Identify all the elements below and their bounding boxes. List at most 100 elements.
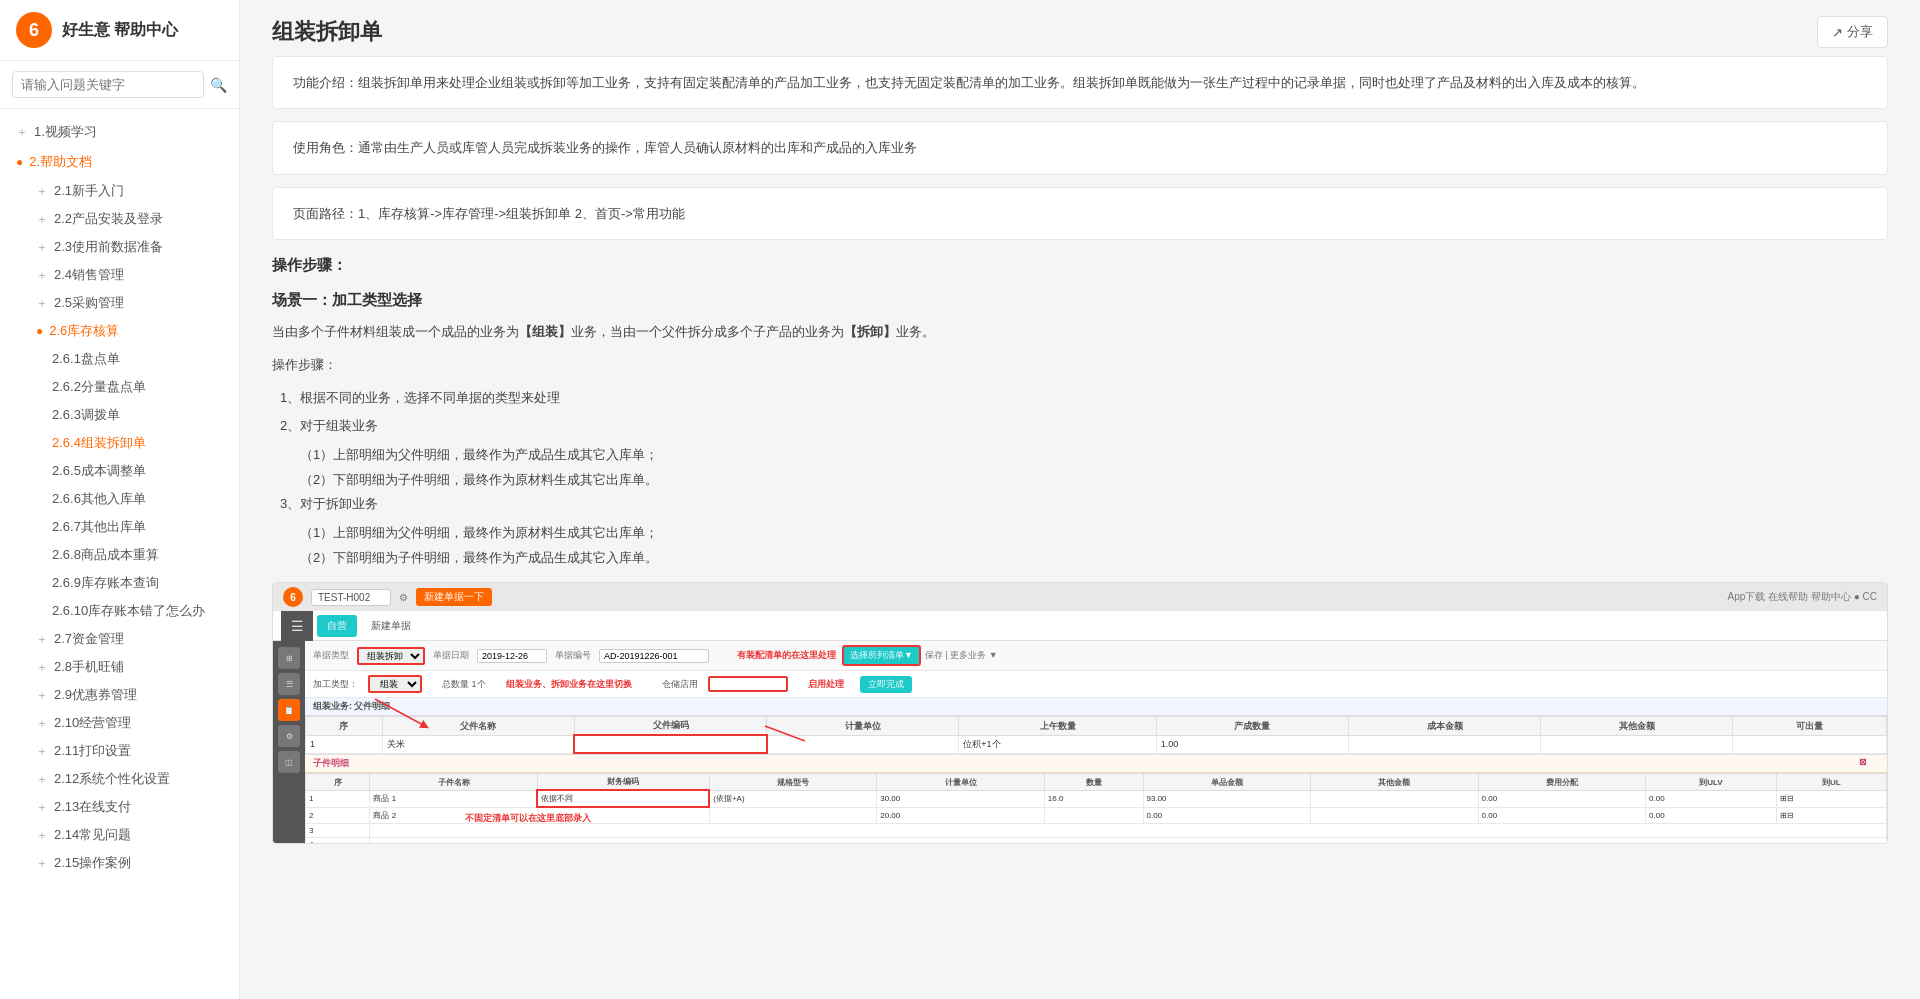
highlight-assemble: 【组装】 — [519, 324, 571, 339]
search-icon[interactable]: 🔍 — [210, 77, 227, 93]
sidebar-item-stock-fix[interactable]: 2.6.10库存账本错了怎么办 — [36, 597, 239, 625]
sidebar-item-personalize[interactable]: ＋ 2.12系统个性化设置 — [20, 765, 239, 793]
nav-group-2-label: 2.帮助文档 — [29, 153, 92, 171]
sidebar-item-video-learning[interactable]: ＋ 1.视频学习 — [0, 117, 239, 147]
sidebar-item-coupon[interactable]: ＋ 2.9优惠券管理 — [20, 681, 239, 709]
ss-select-bom-btn: 选择所列清单▼ — [842, 645, 921, 666]
ss-table-icon: ⊠ — [1859, 757, 1867, 767]
sidebar-item-operations[interactable]: ＋ 2.10经营管理 — [20, 709, 239, 737]
ss-topbar-icon1: ⚙ — [399, 592, 408, 603]
ss-th-bot-9: 费用分配 — [1478, 774, 1646, 791]
main-content: 功能介绍：组装拆卸单用来处理企业组装或拆卸等加工业务，支持有固定装配清单的产品加… — [240, 56, 1920, 999]
search-input[interactable] — [12, 71, 204, 98]
sidebar-item-new-user-label: 2.1新手入门 — [54, 182, 124, 200]
plus-icon: ＋ — [36, 211, 48, 228]
sidebar-item-install[interactable]: ＋ 2.2产品安装及登录 — [20, 205, 239, 233]
share-button[interactable]: ↗ 分享 — [1817, 16, 1888, 48]
sidebar-item-sales-label: 2.4销售管理 — [54, 266, 124, 284]
sidebar-item-transfer[interactable]: 2.6.3调拨单 — [36, 401, 239, 429]
ss-table-top: 序 父件名称 父件编码 计量单位 上午数量 产成数量 成本金额 其他金额 可出量 — [305, 716, 1887, 754]
plus-icon: ＋ — [36, 631, 48, 648]
sub-step-2-1: （1）上部明细为父件明细，最终作为产成品生成其它入库单； — [300, 443, 1888, 468]
ss-th-top-3: 父件编码 — [574, 717, 766, 736]
sidebar-item-capital[interactable]: ＋ 2.7资金管理 — [20, 625, 239, 653]
ss-main: 单据类型 组装拆卸 单据日期 单据编号 有装配清单的在这里处理 选 — [305, 641, 1887, 843]
sidebar-item-assemble[interactable]: 2.6.4组装拆卸单 — [36, 429, 239, 457]
ss-td-bot-1-2: 商品 1 — [370, 790, 538, 807]
highlight-disassemble: 【拆卸】 — [844, 324, 896, 339]
step-3: 3、对于拆卸业务 — [280, 492, 1888, 517]
sidebar-item-stock-ledger[interactable]: 2.6.9库存账本查询 — [36, 569, 239, 597]
nav-group-1: ＋ 1.视频学习 — [0, 117, 239, 147]
ss-th-bot-1: 序 — [306, 774, 370, 791]
ss-left-sidebar: ⊞ ☰ 📋 ⚙ ◫ — [273, 641, 305, 843]
sidebar-item-new-user[interactable]: ＋ 2.1新手入门 — [20, 177, 239, 205]
ss-th-top-5: 上午数量 — [959, 717, 1157, 736]
ss-table-bottom-header-row: 子件明细 ⊠ — [305, 754, 1887, 773]
ss-menu-icon: ☰ — [291, 618, 304, 634]
sidebar-item-faq[interactable]: ＋ 2.14常见问题 — [20, 821, 239, 849]
sidebar-item-print[interactable]: ＋ 2.11打印设置 — [20, 737, 239, 765]
sidebar: 6 好生意 帮助中心 🔍 ＋ 1.视频学习 ● 2.帮助文档 ＋ 2.1新手入门 — [0, 0, 240, 999]
ss-date-input — [477, 649, 547, 663]
plus-icon: ＋ — [36, 743, 48, 760]
ss-save-btn: 保存 | 更多业务 ▼ — [925, 649, 998, 662]
ss-td-bot-1-9: 0.00 — [1478, 790, 1646, 807]
info-role-text: 使用角色：通常由生产人员或库管人员完成拆装业务的操作，库管人员确认原材料的出库和… — [293, 140, 917, 155]
ss-th-top-4: 计量单位 — [767, 717, 959, 736]
nav-sub-sub-items-26: 2.6.1盘点单 2.6.2分量盘点单 2.6.3调拨单 2.6.4组装拆卸单 … — [20, 345, 239, 625]
sidebar-item-mobile[interactable]: ＋ 2.8手机旺铺 — [20, 653, 239, 681]
sidebar-item-other-out[interactable]: 2.6.7其他出库单 — [36, 513, 239, 541]
sidebar-item-inventory[interactable]: ● 2.6库存核算 — [20, 317, 239, 345]
table-row: 3 — [306, 823, 1887, 837]
ss-new-bill-btn: 新建单据一下 — [416, 588, 492, 606]
sidebar-item-cases-label: 2.15操作案例 — [54, 854, 131, 872]
sidebar-item-online-pay-label: 2.13在线支付 — [54, 798, 131, 816]
sidebar-item-stocktake[interactable]: 2.6.1盘点单 — [36, 345, 239, 373]
ops-title: 操作步骤： — [272, 256, 1888, 275]
scene1-desc: 当由多个子件材料组装成一个成品的业务为【组装】业务，当由一个父件拆分成多个子产品… — [272, 320, 1888, 345]
sidebar-item-cost-recalc[interactable]: 2.6.8商品成本重算 — [36, 541, 239, 569]
plus-icon: ＋ — [36, 799, 48, 816]
sidebar-item-faq-label: 2.14常见问题 — [54, 826, 131, 844]
sidebar-item-cost-adj[interactable]: 2.6.5成本调整单 — [36, 457, 239, 485]
search-box: 🔍 — [0, 61, 239, 109]
sidebar-item-batch-stocktake[interactable]: 2.6.2分量盘点单 — [36, 373, 239, 401]
ss-nav-self: 自营 — [317, 615, 357, 637]
ss-annotation-a1-area: 有装配清单的在这里处理 选择所列清单▼ 保存 | 更多业务 ▼ — [737, 645, 998, 666]
plus-icon: ＋ — [36, 659, 48, 676]
ss-td-bot-1-6: 16.0 — [1044, 790, 1143, 807]
sidebar-item-sales[interactable]: ＋ 2.4销售管理 — [20, 261, 239, 289]
sidebar-item-online-pay[interactable]: ＋ 2.13在线支付 — [20, 793, 239, 821]
sidebar-item-data-prep-label: 2.3使用前数据准备 — [54, 238, 163, 256]
ss-warehouse-input — [708, 676, 788, 692]
ss-topbar: 6 TEST-H002 ⚙ 新建单据一下 App下载 在线帮助 帮助中心 ● C… — [273, 583, 1887, 611]
ss-td-bot-3-rest — [370, 823, 1887, 837]
plus-icon: ＋ — [36, 827, 48, 844]
ss-td-bot-2-7: 0.00 — [1143, 807, 1311, 823]
scene1-title: 场景一：加工类型选择 — [272, 291, 1888, 310]
ss-warehouse-label: 仓储店用 — [662, 678, 698, 691]
screenshot-wrapper: 6 TEST-H002 ⚙ 新建单据一下 App下载 在线帮助 帮助中心 ● C… — [272, 582, 1888, 844]
plus-icon: ＋ — [36, 183, 48, 200]
sidebar-item-data-prep[interactable]: ＋ 2.3使用前数据准备 — [20, 233, 239, 261]
sidebar-nav: ＋ 1.视频学习 ● 2.帮助文档 ＋ 2.1新手入门 ＋ 2.2产品安装及登录 — [0, 109, 239, 999]
sidebar-item-cases[interactable]: ＋ 2.15操作案例 — [20, 849, 239, 877]
table-row: 4 — [306, 837, 1887, 843]
sidebar-item-help-docs[interactable]: ● 2.帮助文档 — [0, 147, 239, 177]
ss-td-bot-4-rest — [370, 837, 1887, 843]
sidebar-item-other-in[interactable]: 2.6.6其他入库单 — [36, 485, 239, 513]
ss-type-select: 组装拆卸 — [357, 647, 425, 665]
info-intro-text: 功能介绍：组装拆卸单用来处理企业组装或拆卸等加工业务，支持有固定装配清单的产品加… — [293, 75, 1645, 90]
ss-th-top-1: 序 — [306, 717, 383, 736]
ss-th-top-9: 可出量 — [1733, 717, 1887, 736]
ss-td-bot-1-8 — [1311, 790, 1479, 807]
ss-td-bot-2-4 — [709, 807, 877, 823]
ss-td-top-1-3 — [574, 735, 766, 753]
sidebar-header: 6 好生意 帮助中心 — [0, 0, 239, 61]
sidebar-item-purchase[interactable]: ＋ 2.5采购管理 — [20, 289, 239, 317]
ss-td-bot-2-5: 20.00 — [877, 807, 1045, 823]
ss-no-label: 单据编号 — [555, 649, 591, 662]
ss-confirm-btn: 立即完成 — [860, 676, 912, 693]
ss-th-bot-8: 其他金额 — [1311, 774, 1479, 791]
